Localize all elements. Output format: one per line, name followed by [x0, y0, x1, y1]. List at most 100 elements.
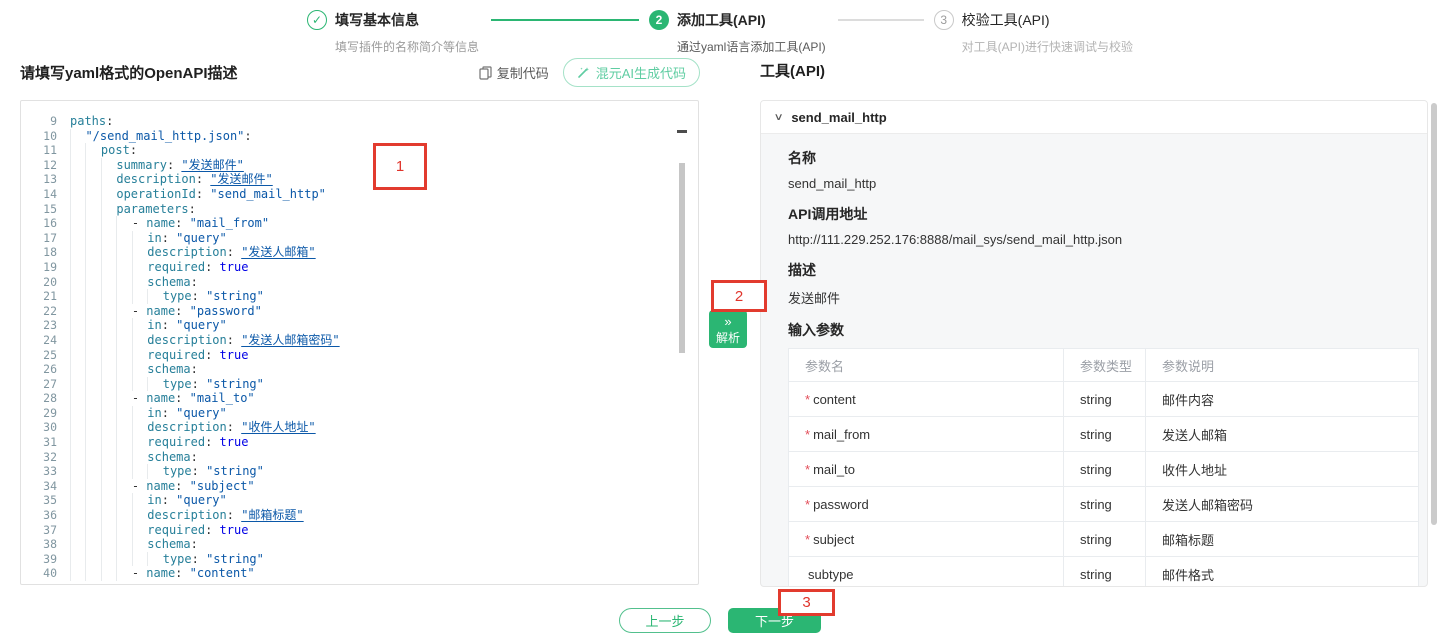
- yaml-code-editor[interactable]: 9 paths: 10 "/send_mail_http.json": 11 post…: [20, 100, 699, 585]
- step-2-desc: 通过yaml语言添加工具(API): [677, 40, 826, 54]
- param-name: subtype: [808, 566, 854, 582]
- code-line: 9 paths:: [50, 114, 114, 128]
- check-icon: ✓: [306, 10, 327, 30]
- th-param-desc: 参数说明: [1145, 348, 1419, 382]
- step-3-number-icon: 3: [933, 10, 954, 30]
- code-line: 19 required: true: [43, 259, 249, 275]
- input-params-title: 输入参数: [788, 322, 844, 338]
- param-desc: 邮件格式: [1145, 556, 1419, 586]
- field-label-name: 名称: [788, 150, 816, 166]
- param-type: string: [1063, 521, 1146, 557]
- param-desc: 发送人邮箱密码: [1145, 486, 1419, 522]
- code-line: 32 schema:: [43, 449, 198, 465]
- annotation-number: 1: [395, 158, 405, 175]
- required-asterisk: *: [805, 461, 811, 477]
- previous-step-button[interactable]: 上一步: [619, 608, 711, 633]
- step-connector-done: [491, 19, 639, 21]
- field-label-api-url: API调用地址: [788, 206, 868, 222]
- table-row: * subject string 邮箱标题: [788, 521, 1419, 557]
- code-line: 14 operationId: "send_mail_http": [43, 186, 326, 202]
- code-line: 33 type: "string": [43, 464, 264, 479]
- parse-button-label: 解析: [715, 330, 740, 345]
- code-line: 26 schema:: [43, 362, 198, 377]
- input-params-table: 参数名 参数类型 参数说明 * content string 邮件内容 * mail…: [788, 348, 1419, 586]
- field-label-description: 描述: [788, 262, 816, 278]
- param-name: content: [813, 391, 856, 407]
- required-asterisk: *: [805, 496, 811, 512]
- annotation-box-3: 3: [778, 589, 835, 616]
- ai-generate-code-label: 混元AI生成代码: [595, 66, 686, 81]
- chevron-down-icon: ∨: [773, 111, 784, 123]
- page-scrollbar[interactable]: [1431, 103, 1437, 525]
- tool-card: ∨ send_mail_http 名称 send_mail_http API调用…: [760, 100, 1428, 587]
- step-connector-pending: [837, 19, 924, 21]
- code-line: 27 type: "string": [43, 376, 264, 392]
- editor-panel-title: 请填写yaml格式的OpenAPI描述: [20, 65, 238, 82]
- table-header-row: 参数名 参数类型 参数说明: [788, 348, 1419, 382]
- param-desc: 收件人地址: [1145, 451, 1419, 487]
- code-line: 11 post:: [43, 143, 138, 158]
- code-line: 21 type: "string": [43, 289, 264, 304]
- step-3-label: 校验工具(API): [961, 12, 1050, 28]
- tool-card-body: 名称 send_mail_http API调用地址 http://111.229…: [761, 134, 1427, 586]
- code-lines: 9 paths: 10 "/send_mail_http.json": 11 post…: [21, 114, 698, 581]
- step-2-label: 添加工具(API): [677, 12, 766, 28]
- param-name: mail_from: [813, 426, 871, 442]
- code-line: 30 description: "收件人地址": [43, 420, 316, 436]
- editor-scrollbar[interactable]: [679, 163, 685, 353]
- code-line: 23 in: "query": [43, 318, 227, 333]
- code-line: 12 summary: "发送邮件": [43, 157, 244, 173]
- required-asterisk: *: [805, 391, 811, 407]
- ai-wand-icon: [577, 67, 589, 78]
- editor-overview-ruler-mark: [677, 130, 687, 133]
- copy-code-button[interactable]: 复制代码: [479, 63, 549, 82]
- annotation-number: 3: [802, 594, 811, 611]
- field-value-description: 发送邮件: [788, 291, 841, 306]
- step-1-label: 填写基本信息: [334, 12, 419, 28]
- footer: 上一步 下一步: [0, 608, 1440, 633]
- annotation-number: 2: [734, 287, 744, 305]
- param-type: string: [1063, 486, 1146, 522]
- param-type: string: [1063, 451, 1146, 487]
- required-asterisk: *: [805, 426, 811, 442]
- code-line: 10 "/send_mail_http.json":: [43, 128, 252, 144]
- table-row: subtype string 邮件格式: [788, 556, 1419, 586]
- step-2-add-tool: 2 添加工具(API) 通过yaml语言添加工具(API): [649, 10, 826, 55]
- param-name: mail_to: [813, 461, 855, 477]
- parse-button[interactable]: » 解析: [709, 310, 747, 348]
- stepper: ✓ 填写基本信息 填写插件的名称简介等信息 2 添加工具(API) 通过yaml…: [0, 10, 1440, 55]
- field-value-name: send_mail_http: [788, 176, 877, 191]
- step-1-desc: 填写插件的名称简介等信息: [334, 40, 479, 54]
- annotation-box-2: 2: [711, 280, 767, 312]
- code-line: 31 required: true: [43, 435, 249, 450]
- param-desc: 邮件内容: [1145, 381, 1419, 417]
- param-type: string: [1063, 381, 1146, 417]
- step-2-number-icon: 2: [649, 10, 669, 30]
- code-line: 34 - name: "subject": [43, 478, 255, 494]
- tool-panel-title: 工具(API): [760, 63, 825, 80]
- param-name: password: [813, 496, 869, 512]
- code-line: 25 required: true: [43, 347, 249, 363]
- code-line: 29 in: "query": [43, 405, 227, 421]
- tool-card-header[interactable]: ∨ send_mail_http: [761, 101, 1427, 134]
- code-line: 37 required: true: [43, 522, 249, 538]
- th-param-name: 参数名: [788, 348, 1064, 382]
- double-chevron-right-icon: »: [724, 314, 732, 330]
- table-row: * content string 邮件内容: [788, 381, 1419, 417]
- code-line: 15 parameters:: [43, 201, 196, 217]
- ai-generate-code-button[interactable]: 混元AI生成代码: [562, 58, 700, 87]
- param-desc: 发送人邮箱: [1145, 416, 1419, 452]
- code-line: 22 - name: "password": [43, 303, 262, 319]
- step-1-basic-info: ✓ 填写基本信息 填写插件的名称简介等信息: [306, 10, 479, 55]
- table-row: * password string 发送人邮箱密码: [788, 486, 1419, 522]
- table-row: * mail_from string 发送人邮箱: [788, 416, 1419, 452]
- table-row: * mail_to string 收件人地址: [788, 451, 1419, 487]
- code-line: 16 - name: "mail_from": [43, 216, 270, 231]
- required-asterisk: *: [805, 531, 811, 547]
- param-type: string: [1063, 416, 1146, 452]
- code-line: 39 type: "string": [43, 551, 264, 567]
- tool-name: send_mail_http: [791, 109, 887, 125]
- code-line: 38 schema:: [43, 537, 198, 552]
- code-line: 13 description: "发送邮件": [43, 172, 273, 187]
- copy-icon: [479, 65, 492, 80]
